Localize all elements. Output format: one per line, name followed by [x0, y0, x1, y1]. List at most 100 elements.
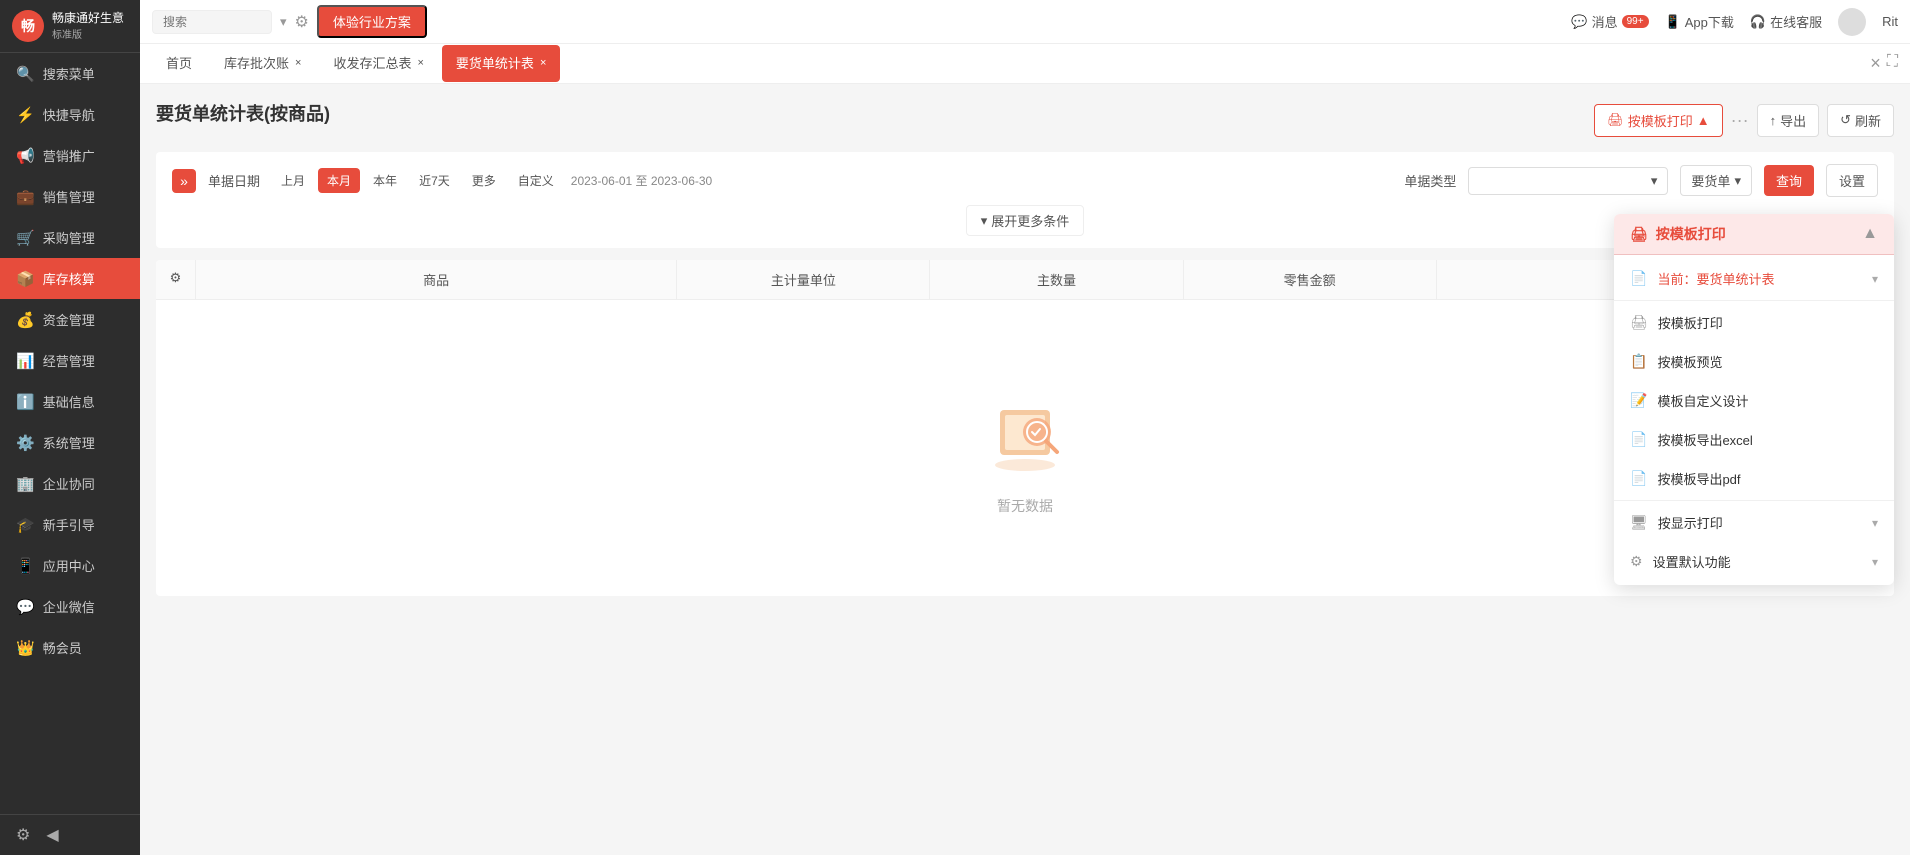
dropdown-title: 🖨 按模板打印: [1630, 224, 1726, 244]
print-chevron-icon: ▲: [1697, 113, 1710, 128]
print-icon: 🖨: [1607, 112, 1624, 128]
sidebar-item-finance[interactable]: 💰资金管理: [0, 299, 140, 340]
sidebar-icon-operation: 📊: [16, 352, 35, 370]
sidebar-icon-system: ⚙️: [16, 434, 35, 452]
export-label: 导出: [1780, 111, 1806, 130]
tab-bar-close-icon[interactable]: ×: [1870, 53, 1881, 74]
yaohuodan-label: 要货单: [1691, 171, 1730, 190]
headset-icon: 🎧: [1750, 14, 1766, 30]
table-col-unit: 主计量单位: [677, 260, 930, 299]
tab-home[interactable]: 首页: [152, 45, 206, 82]
top-bar-right: 💬 消息 99+ 📱 App下载 🎧 在线客服 Rit: [1571, 8, 1898, 36]
sidebar-item-shortcut[interactable]: ⚡快捷导航: [0, 94, 140, 135]
dropdown-header: 🖨 按模板打印 ▲: [1614, 214, 1894, 255]
tab-order-stats-close-icon[interactable]: ×: [540, 57, 546, 69]
current-template-item[interactable]: 📄 当前：要货单统计表 ▾: [1614, 259, 1894, 298]
online-service-item[interactable]: 🎧 在线客服: [1750, 12, 1822, 31]
date-btn-this-year[interactable]: 本年: [364, 168, 406, 193]
current-template-label: 当前：要货单统计表: [1657, 269, 1774, 288]
template-print-icon: 🖨: [1630, 314, 1648, 331]
sidebar-label-system: 系统管理: [43, 433, 95, 452]
print-dropdown: 🖨 按模板打印 ▲ 📄 当前：要货单统计表 ▾ 🖨 按模板: [1614, 214, 1894, 585]
date-btn-custom[interactable]: 自定义: [509, 168, 563, 193]
refresh-icon: ↺: [1840, 112, 1851, 128]
print-button[interactable]: 🖨 按模板打印 ▲: [1594, 104, 1722, 137]
order-type-select[interactable]: ▾: [1468, 167, 1668, 195]
dropdown-chevron-icon[interactable]: ▾: [280, 14, 287, 30]
template-pdf-item[interactable]: 📄 按模板导出pdf: [1614, 459, 1894, 498]
sidebar-item-basic[interactable]: ℹ️基础信息: [0, 381, 140, 422]
tab-inventory-batch-close-icon[interactable]: ×: [295, 57, 301, 69]
date-buttons: 上月 本月 本年 近7天 更多 自定义 2023-06-01 至 2023-06…: [272, 168, 712, 193]
date-btn-more[interactable]: 更多: [463, 168, 505, 193]
sidebar-item-newbie[interactable]: 🎓新手引导: [0, 504, 140, 545]
yaohuodan-filter[interactable]: 要货单 ▾: [1680, 165, 1752, 196]
filter-expand-button[interactable]: »: [172, 169, 196, 193]
sidebar-item-system[interactable]: ⚙️ 系统管理: [0, 422, 140, 463]
tab-summary-close-icon[interactable]: ×: [417, 57, 423, 69]
sidebar-item-member[interactable]: 👑畅会员: [0, 627, 140, 668]
template-print-item[interactable]: 🖨 按模板打印: [1614, 303, 1894, 342]
default-function-item[interactable]: ⚙ 设置默认功能 ▾: [1614, 542, 1894, 581]
template-preview-item[interactable]: 📋 按模板预览: [1614, 342, 1894, 381]
sidebar-item-purchase[interactable]: 🛒采购管理: [0, 217, 140, 258]
expand-chevron-icon: ▾: [981, 213, 988, 229]
date-btn-this-month[interactable]: 本月: [318, 168, 360, 193]
yaohuodan-chevron-icon: ▾: [1734, 173, 1741, 189]
date-btn-last-7[interactable]: 近7天: [410, 168, 459, 193]
avatar[interactable]: [1838, 8, 1866, 36]
notifications-item[interactable]: 💬 消息 99+: [1571, 12, 1648, 31]
sidebar: 畅 畅康通好生意 标准版 🔍搜索菜单⚡快捷导航📢营销推广💼销售管理🛒采购管理📦库…: [0, 0, 140, 855]
column-settings-button[interactable]: 设置: [1826, 164, 1878, 197]
sidebar-item-sales[interactable]: 💼销售管理: [0, 176, 140, 217]
table-col-product: 商品: [196, 260, 677, 299]
query-label: 查询: [1776, 171, 1802, 190]
display-print-label: 按显示打印: [1658, 513, 1723, 532]
query-button[interactable]: 查询: [1764, 165, 1814, 196]
sidebar-item-enterprise[interactable]: 🏢企业协同: [0, 463, 140, 504]
sidebar-icon-basic: ℹ️: [16, 393, 35, 411]
table-col-settings[interactable]: ⚙: [156, 260, 196, 299]
content-area: 要货单统计表(按商品) 🖨 按模板打印 ▲ ··· ↑ 导出 ↺ 刷新: [140, 84, 1910, 855]
date-btn-last-month[interactable]: 上月: [272, 168, 314, 193]
sidebar-bottom: ⚙ ◀: [0, 814, 140, 855]
tab-bar-expand-icon[interactable]: ⛶: [1887, 53, 1898, 74]
settings-gear-icon[interactable]: ⚙: [295, 12, 309, 32]
refresh-button[interactable]: ↺ 刷新: [1827, 104, 1894, 137]
refresh-label: 刷新: [1855, 111, 1881, 130]
sidebar-item-appstore[interactable]: 📱应用中心: [0, 545, 140, 586]
tab-summary[interactable]: 收发存汇总表 ×: [319, 45, 437, 82]
phone-icon: 📱: [1665, 14, 1681, 30]
template-custom-item[interactable]: 📝 模板自定义设计: [1614, 381, 1894, 420]
export-button[interactable]: ↑ 导出: [1757, 104, 1820, 137]
more-icon[interactable]: ···: [1731, 110, 1749, 131]
sidebar-item-marketing[interactable]: 📢营销推广: [0, 135, 140, 176]
template-excel-item[interactable]: 📄 按模板导出excel: [1614, 420, 1894, 459]
tab-bar: 首页 库存批次账 × 收发存汇总表 × 要货单统计表 × × ⛶: [140, 44, 1910, 84]
audio-icon[interactable]: ◀: [46, 825, 58, 845]
sidebar-label-sales: 销售管理: [43, 187, 95, 206]
sidebar-label-shortcut: 快捷导航: [43, 105, 95, 124]
tab-inventory-batch[interactable]: 库存批次账 ×: [210, 45, 315, 82]
tab-order-stats[interactable]: 要货单统计表 ×: [442, 45, 560, 82]
date-filter-label: 单据日期: [208, 171, 260, 190]
default-function-label: 设置默认功能: [1653, 552, 1731, 571]
trial-button[interactable]: 体验行业方案: [317, 5, 427, 38]
sidebar-item-wechat[interactable]: 💬企业微信: [0, 586, 140, 627]
display-print-item[interactable]: 🖥 按显示打印 ▾: [1614, 503, 1894, 542]
dropdown-close-icon[interactable]: ▲: [1862, 225, 1878, 243]
sidebar-label-search: 搜索菜单: [43, 64, 95, 83]
template-preview-icon: 📋: [1630, 353, 1647, 370]
notifications-badge: 99+: [1622, 15, 1649, 28]
search-input[interactable]: [152, 10, 272, 34]
sidebar-item-search[interactable]: 🔍搜索菜单: [0, 53, 140, 94]
display-print-chevron-icon: ▾: [1872, 516, 1878, 530]
expand-more-button[interactable]: ▾ 展开更多条件: [966, 205, 1085, 236]
sidebar-label-enterprise: 企业协同: [43, 474, 95, 493]
sidebar-icon-appstore: 📱: [16, 557, 35, 575]
app-download-item[interactable]: 📱 App下载: [1665, 12, 1734, 31]
sidebar-item-operation[interactable]: 📊经营管理: [0, 340, 140, 381]
template-pdf-icon: 📄: [1630, 470, 1647, 487]
sidebar-item-inventory[interactable]: 📦库存核算: [0, 258, 140, 299]
settings-icon[interactable]: ⚙: [16, 825, 30, 845]
